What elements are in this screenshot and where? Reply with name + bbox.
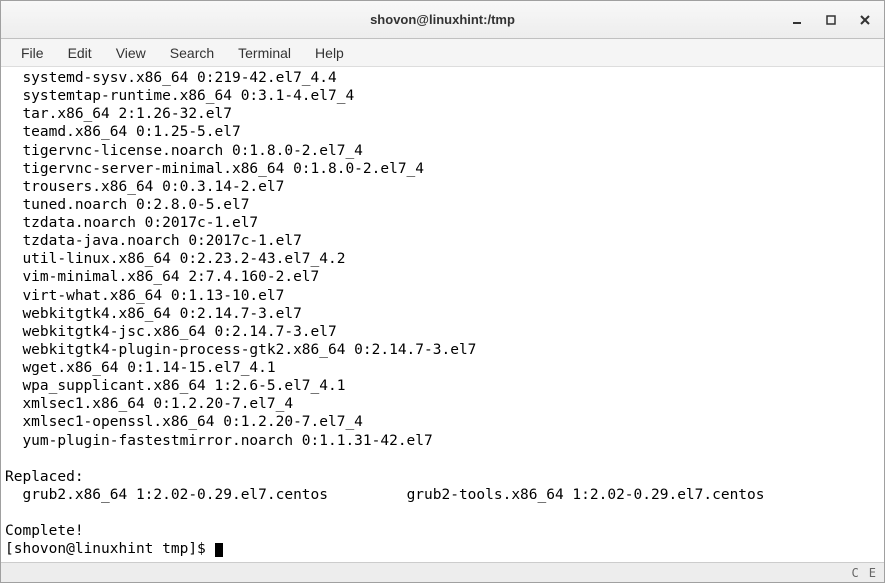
package-line: systemd-sysv.x86_64 0:219-42.el7_4.4	[5, 69, 880, 87]
menu-view[interactable]: View	[104, 41, 158, 65]
status-c: C	[852, 566, 859, 580]
package-line: util-linux.x86_64 0:2.23.2-43.el7_4.2	[5, 250, 880, 268]
package-line: teamd.x86_64 0:1.25-5.el7	[5, 123, 880, 141]
minimize-icon	[791, 14, 803, 26]
terminal-window: shovon@linuxhint:/tmp File Edit View Sea…	[0, 0, 885, 583]
maximize-icon	[825, 14, 837, 26]
prompt-line[interactable]: [shovon@linuxhint tmp]$	[5, 540, 880, 558]
package-line: trousers.x86_64 0:0.3.14-2.el7	[5, 178, 880, 196]
package-line: vim-minimal.x86_64 2:7.4.160-2.el7	[5, 268, 880, 286]
package-line: yum-plugin-fastestmirror.noarch 0:1.1.31…	[5, 432, 880, 450]
blank-line	[5, 450, 880, 468]
package-line: tigervnc-server-minimal.x86_64 0:1.8.0-2…	[5, 160, 880, 178]
complete-line: Complete!	[5, 522, 880, 540]
package-line: wpa_supplicant.x86_64 1:2.6-5.el7_4.1	[5, 377, 880, 395]
package-line: tzdata.noarch 0:2017c-1.el7	[5, 214, 880, 232]
package-line: tar.x86_64 2:1.26-32.el7	[5, 105, 880, 123]
package-line: tigervnc-license.noarch 0:1.8.0-2.el7_4	[5, 142, 880, 160]
menubar: File Edit View Search Terminal Help	[1, 39, 884, 67]
replaced-line: grub2.x86_64 1:2.02-0.29.el7.centos grub…	[5, 486, 880, 504]
close-icon	[859, 14, 871, 26]
package-line: wget.x86_64 0:1.14-15.el7_4.1	[5, 359, 880, 377]
package-line: webkitgtk4-jsc.x86_64 0:2.14.7-3.el7	[5, 323, 880, 341]
status-e: E	[869, 566, 876, 580]
package-line: webkitgtk4-plugin-process-gtk2.x86_64 0:…	[5, 341, 880, 359]
window-title: shovon@linuxhint:/tmp	[370, 12, 515, 27]
menu-search[interactable]: Search	[158, 41, 226, 65]
blank-line	[5, 504, 880, 522]
package-line: systemtap-runtime.x86_64 0:3.1-4.el7_4	[5, 87, 880, 105]
menu-terminal[interactable]: Terminal	[226, 41, 303, 65]
package-line: webkitgtk4.x86_64 0:2.14.7-3.el7	[5, 305, 880, 323]
titlebar[interactable]: shovon@linuxhint:/tmp	[1, 1, 884, 39]
window-controls	[786, 9, 876, 31]
minimize-button[interactable]	[786, 9, 808, 31]
package-line: tzdata-java.noarch 0:2017c-1.el7	[5, 232, 880, 250]
package-line: xmlsec1-openssl.x86_64 0:1.2.20-7.el7_4	[5, 413, 880, 431]
package-line: xmlsec1.x86_64 0:1.2.20-7.el7_4	[5, 395, 880, 413]
cursor	[215, 543, 224, 558]
package-line: tuned.noarch 0:2.8.0-5.el7	[5, 196, 880, 214]
menu-edit[interactable]: Edit	[56, 41, 104, 65]
terminal-output[interactable]: systemd-sysv.x86_64 0:219-42.el7_4.4syst…	[1, 67, 884, 562]
statusbar: C E	[1, 562, 884, 582]
menu-file[interactable]: File	[9, 41, 56, 65]
close-button[interactable]	[854, 9, 876, 31]
maximize-button[interactable]	[820, 9, 842, 31]
replaced-header: Replaced:	[5, 468, 880, 486]
menu-help[interactable]: Help	[303, 41, 356, 65]
package-line: virt-what.x86_64 0:1.13-10.el7	[5, 287, 880, 305]
